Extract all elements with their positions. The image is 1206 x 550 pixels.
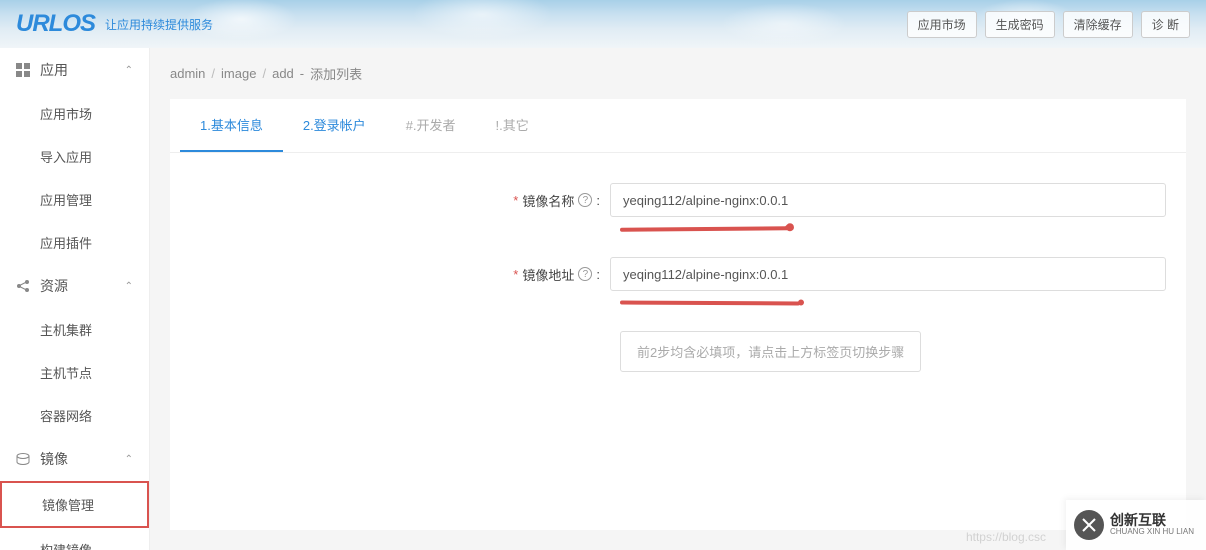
label-text: 镜像地址 bbox=[522, 265, 574, 284]
form-label: * 镜像地址 ? : bbox=[190, 265, 610, 284]
separator: - bbox=[300, 66, 304, 81]
label-text: 镜像名称 bbox=[522, 191, 574, 210]
disk-icon bbox=[16, 452, 32, 466]
annotation-underline bbox=[620, 301, 800, 306]
tab-login-account[interactable]: 2.登录帐户 bbox=[283, 99, 386, 152]
sidebar-item-build-image[interactable]: 构建镜像 bbox=[0, 528, 149, 550]
share-icon bbox=[16, 279, 32, 293]
grid-icon bbox=[16, 63, 32, 77]
menu-group-label: 资源 bbox=[40, 276, 68, 296]
image-name-input[interactable] bbox=[610, 183, 1166, 217]
watermark-logo: 创新互联 CHUANG XIN HU LIAN bbox=[1066, 500, 1206, 550]
watermark-logo-icon bbox=[1074, 510, 1104, 540]
hint-button[interactable]: 前2步均含必填项，请点击上方标签页切换步骤 bbox=[620, 331, 921, 372]
content-panel: 1.基本信息 2.登录帐户 #.开发者 !.其它 * 镜像名称 ? : bbox=[170, 99, 1186, 530]
sidebar-item-host-node[interactable]: 主机节点 bbox=[0, 351, 149, 394]
breadcrumb-part[interactable]: add bbox=[272, 66, 294, 81]
menu-group-resources[interactable]: 资源 ⌃ bbox=[0, 264, 149, 308]
colon: : bbox=[596, 193, 600, 208]
breadcrumb: admin / image / add - 添加列表 bbox=[150, 48, 1206, 99]
separator: / bbox=[211, 66, 215, 81]
tabs: 1.基本信息 2.登录帐户 #.开发者 !.其它 bbox=[170, 99, 1186, 153]
watermark-en: CHUANG XIN HU LIAN bbox=[1110, 528, 1194, 537]
tagline: 让应用持续提供服务 bbox=[105, 16, 213, 33]
menu-group-images[interactable]: 镜像 ⌃ bbox=[0, 437, 149, 481]
tab-basic-info[interactable]: 1.基本信息 bbox=[180, 99, 283, 152]
sidebar-item-host-cluster[interactable]: 主机集群 bbox=[0, 308, 149, 351]
menu-group-label: 镜像 bbox=[40, 449, 68, 469]
sidebar-item-app-market[interactable]: 应用市场 bbox=[0, 92, 149, 135]
colon: : bbox=[596, 267, 600, 282]
breadcrumb-part[interactable]: admin bbox=[170, 66, 205, 81]
breadcrumb-part[interactable]: image bbox=[221, 66, 256, 81]
app-market-button[interactable]: 应用市场 bbox=[907, 11, 977, 38]
sidebar-item-app-plugin[interactable]: 应用插件 bbox=[0, 221, 149, 264]
header: URLOS 让应用持续提供服务 应用市场 生成密码 清除缓存 诊 断 bbox=[0, 0, 1206, 48]
annotation-underline bbox=[620, 226, 790, 231]
menu-group-label: 应用 bbox=[40, 60, 68, 80]
sidebar: 应用 ⌃ 应用市场 导入应用 应用管理 应用插件 资源 ⌃ 主机集群 主机节点 … bbox=[0, 48, 150, 550]
logo[interactable]: URLOS bbox=[16, 10, 95, 38]
diagnose-button[interactable]: 诊 断 bbox=[1141, 11, 1190, 38]
sidebar-item-container-network[interactable]: 容器网络 bbox=[0, 394, 149, 437]
required-mark: * bbox=[513, 193, 518, 208]
breadcrumb-suffix: 添加列表 bbox=[310, 64, 362, 83]
menu-group-apps[interactable]: 应用 ⌃ bbox=[0, 48, 149, 92]
image-url-input[interactable] bbox=[610, 257, 1166, 291]
form-label: * 镜像名称 ? : bbox=[190, 191, 610, 210]
sidebar-item-import-app[interactable]: 导入应用 bbox=[0, 135, 149, 178]
tab-developer[interactable]: #.开发者 bbox=[386, 99, 476, 152]
watermark-url: https://blog.csc bbox=[966, 530, 1046, 544]
sidebar-item-image-manage[interactable]: 镜像管理 bbox=[0, 481, 149, 528]
chevron-up-icon: ⌃ bbox=[125, 65, 133, 76]
chevron-up-icon: ⌃ bbox=[125, 281, 133, 292]
form-row-image-name: * 镜像名称 ? : bbox=[190, 183, 1166, 217]
help-icon[interactable]: ? bbox=[578, 267, 592, 281]
form: * 镜像名称 ? : * 镜像地址 ? : bbox=[170, 153, 1186, 402]
clear-cache-button[interactable]: 清除缓存 bbox=[1063, 11, 1133, 38]
header-actions: 应用市场 生成密码 清除缓存 诊 断 bbox=[907, 11, 1190, 38]
help-icon[interactable]: ? bbox=[578, 193, 592, 207]
generate-password-button[interactable]: 生成密码 bbox=[985, 11, 1055, 38]
main: admin / image / add - 添加列表 1.基本信息 2.登录帐户… bbox=[150, 48, 1206, 550]
tab-other[interactable]: !.其它 bbox=[476, 99, 549, 152]
sidebar-item-app-manage[interactable]: 应用管理 bbox=[0, 178, 149, 221]
required-mark: * bbox=[513, 267, 518, 282]
chevron-up-icon: ⌃ bbox=[125, 454, 133, 465]
form-row-image-url: * 镜像地址 ? : bbox=[190, 257, 1166, 291]
separator: / bbox=[262, 66, 266, 81]
watermark-cn: 创新互联 bbox=[1110, 513, 1194, 528]
